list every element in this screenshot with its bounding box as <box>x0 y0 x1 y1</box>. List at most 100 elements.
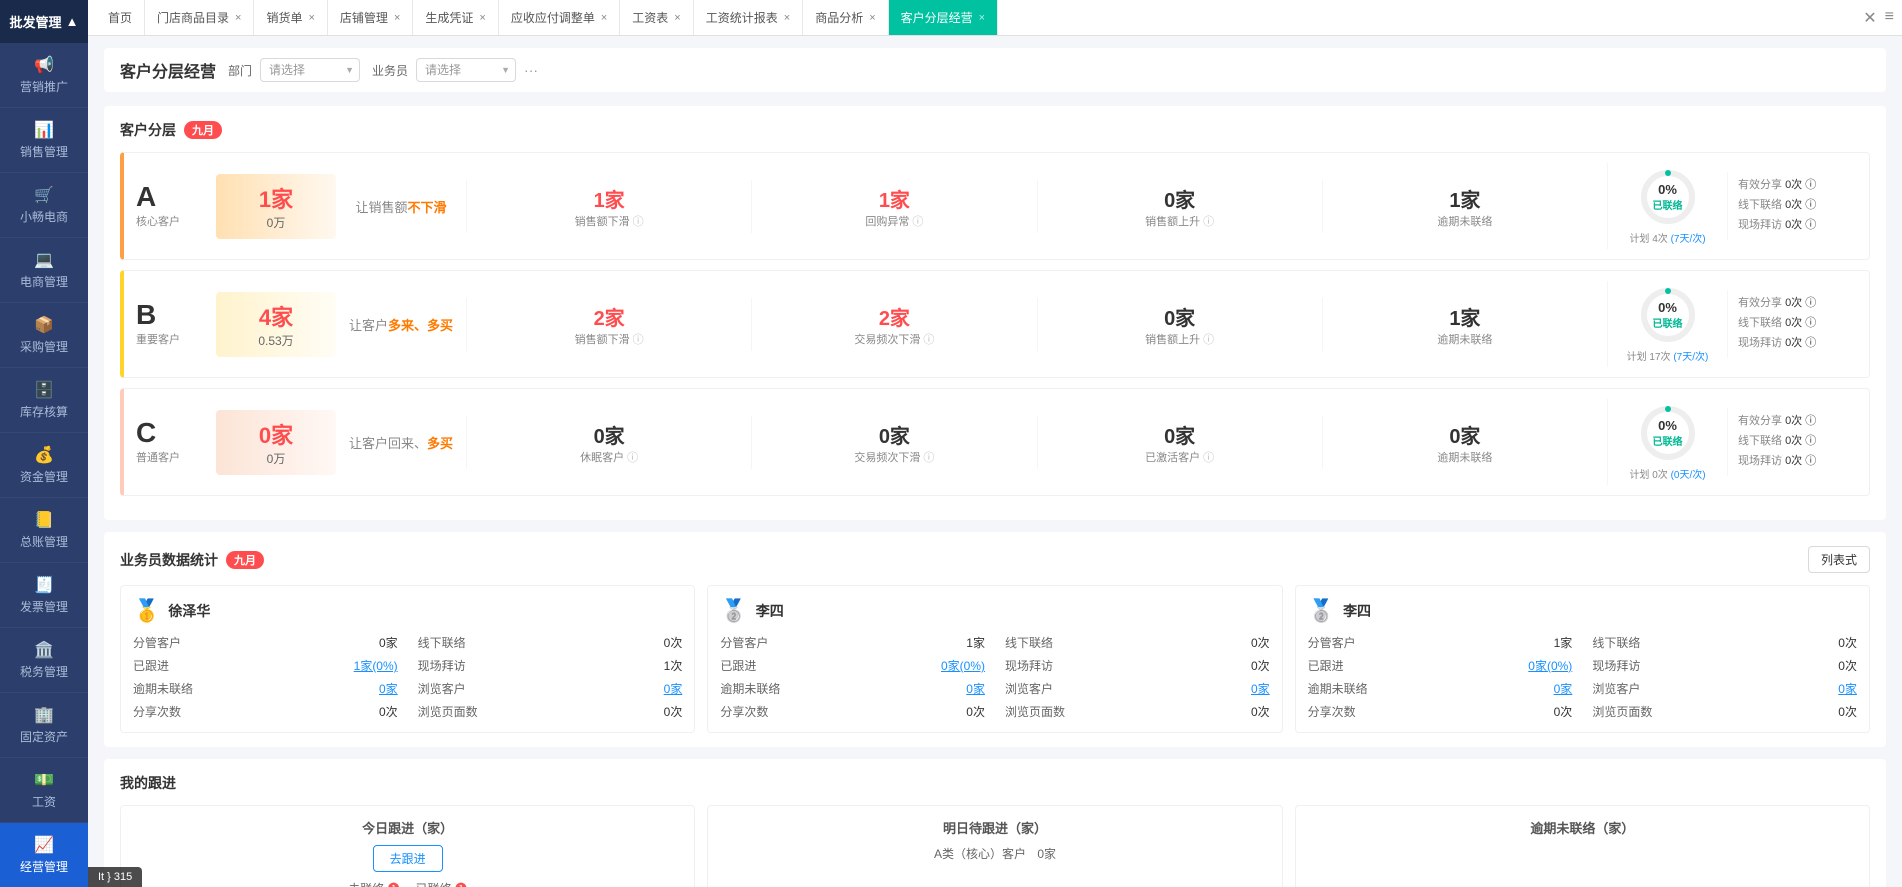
tab-voucher[interactable]: 生成凭证 × <box>413 0 498 36</box>
info-share-b[interactable]: ⓘ <box>1805 297 1816 309</box>
tab-store-products[interactable]: 门店商品目录 × <box>145 0 254 36</box>
tab-product-analysis[interactable]: 商品分析 × <box>803 0 888 36</box>
biz-month-badge: 九月 <box>226 551 264 569</box>
sp-name-0: 徐泽华 <box>168 601 210 621</box>
tier-right-stats-c: 有效分享 0次 ⓘ 线下联络 0次 ⓘ 现场拜访 0次 ⓘ <box>1727 408 1857 475</box>
tab-store-manage[interactable]: 店铺管理 × <box>328 0 413 36</box>
sidebar-item-inventory[interactable]: 🗄️ 库存核算 <box>0 368 88 433</box>
filter-more-icon[interactable]: ··· <box>524 62 538 78</box>
sidebar-item-assets[interactable]: 🏢 固定资产 <box>0 693 88 758</box>
salesperson-card-2: 🥈 李四 分管客户 1家 线下联络 0次 已跟进 <box>1295 585 1870 733</box>
sidebar-header[interactable]: 批发管理 ▲ <box>0 0 88 43</box>
circle-plan-a: 计划 4次 (7天/次) <box>1629 230 1705 245</box>
tier-month-badge: 九月 <box>184 121 222 139</box>
sidebar-item-purchase[interactable]: 📦 采购管理 <box>0 303 88 368</box>
dept-select[interactable]: 请选择 <box>260 58 360 82</box>
tab-close-store-manage[interactable]: × <box>394 12 400 24</box>
info-share-c[interactable]: ⓘ <box>1805 415 1816 427</box>
tab-more-icon[interactable]: ≡ <box>1885 8 1894 28</box>
circle-plan-c: 计划 0次 (0天/次) <box>1629 466 1705 481</box>
marketing-icon: 📢 <box>4 55 84 75</box>
tab-receivable[interactable]: 应收应付调整单 × <box>499 0 620 36</box>
info-icon-a2[interactable]: ⓘ <box>1203 213 1214 229</box>
tier-slogan-c: 让客户回来、多买 <box>336 433 466 452</box>
tab-customer-tier[interactable]: 客户分层经营 × <box>889 0 998 36</box>
tier-row-b: B 重要客户 4家 0.53万 让客户多来、多买 2家 销售额下滑 ⓘ 2家 <box>120 270 1870 378</box>
info-offline-c[interactable]: ⓘ <box>1805 435 1816 447</box>
biz-label: 业务员 <box>372 62 408 79</box>
biz-stats-section: 业务员数据统计 九月 列表式 🥇 徐泽华 分管客户 0家 <box>104 532 1886 747</box>
sidebar-item-finance[interactable]: 💰 资金管理 <box>0 433 88 498</box>
sidebar-item-tax[interactable]: 🏛️ 税务管理 <box>0 628 88 693</box>
info-icon-c2[interactable]: ⓘ <box>1203 449 1214 465</box>
sp-stat-item: 逾期未联络 0家 <box>133 680 398 697</box>
followup-title: 我的跟进 <box>120 773 1870 793</box>
info-icon-a1[interactable]: ⓘ <box>912 213 923 229</box>
ledger-icon: 📒 <box>4 510 84 530</box>
info-visit-c[interactable]: ⓘ <box>1805 455 1816 467</box>
tax-icon: 🏛️ <box>4 640 84 660</box>
sp-stat-item: 浏览页面数 0次 <box>1592 703 1857 720</box>
sidebar-item-ecom-small[interactable]: 🛒 小畅电商 <box>0 173 88 238</box>
sidebar-item-invoice[interactable]: 🧾 发票管理 <box>0 563 88 628</box>
biz-select[interactable]: 请选择 <box>416 58 516 82</box>
ecom-icon: 💻 <box>4 250 84 270</box>
sidebar-title: 批发管理 <box>10 12 62 31</box>
info-visit-b[interactable]: ⓘ <box>1805 337 1816 349</box>
info-offline-a[interactable]: ⓘ <box>1805 199 1816 211</box>
tab-close-receivable[interactable]: × <box>601 12 607 24</box>
tab-close-sales-order[interactable]: × <box>308 12 314 24</box>
info-icon-b1[interactable]: ⓘ <box>923 331 934 347</box>
sidebar-item-ledger[interactable]: 📒 总账管理 <box>0 498 88 563</box>
info-share-a[interactable]: ⓘ <box>1805 179 1816 191</box>
customer-tier-section: 客户分层 九月 A 核心客户 1家 0万 让销售额不下滑 1家 <box>104 106 1886 520</box>
tier-slogan-a: 让销售额不下滑 <box>336 197 466 216</box>
tab-bar-actions: ✕ ≡ <box>1863 8 1894 28</box>
sales-icon: 📊 <box>4 120 84 140</box>
sp-stat-item: 现场拜访 0次 <box>1005 657 1270 674</box>
tab-payroll-report[interactable]: 工资统计报表 × <box>694 0 803 36</box>
goto-followup-button[interactable]: 去跟进 <box>373 845 443 872</box>
sidebar-item-ecom[interactable]: 💻 电商管理 <box>0 238 88 303</box>
tab-close-payroll-report[interactable]: × <box>784 12 790 24</box>
sp-stat-item: 浏览客户 0家 <box>1592 680 1857 697</box>
biz-filter-group: 业务员 请选择 ··· <box>372 58 538 82</box>
info-icon-b0[interactable]: ⓘ <box>633 331 644 347</box>
info-icon-b2[interactable]: ⓘ <box>1203 331 1214 347</box>
tier-stat-b-2: 0家 销售额上升 ⓘ <box>1037 298 1322 351</box>
sp-stat-item: 现场拜访 0次 <box>1592 657 1857 674</box>
tab-close-all-icon[interactable]: ✕ <box>1863 8 1876 28</box>
sidebar-item-salary[interactable]: 💵 工资 <box>0 758 88 823</box>
tab-home[interactable]: 首页 <box>96 0 145 36</box>
sp-stat-item: 浏览客户 0家 <box>418 680 683 697</box>
tab-close-store-products[interactable]: × <box>235 12 241 24</box>
tab-close-voucher[interactable]: × <box>479 12 485 24</box>
sidebar-item-marketing[interactable]: 📢 营销推广 <box>0 43 88 108</box>
sp-stat-item: 浏览客户 0家 <box>1005 680 1270 697</box>
followup-card-tomorrow: 明日待跟进（家） A类（核心）客户 0家 <box>707 805 1282 887</box>
tab-bar: 首页 门店商品目录 × 销货单 × 店铺管理 × 生成凭证 × 应收应付调整单 … <box>88 0 1902 36</box>
page-title: 客户分层经营 <box>120 58 216 82</box>
info-icon-c1[interactable]: ⓘ <box>923 449 934 465</box>
list-view-button[interactable]: 列表式 <box>1808 546 1870 573</box>
sidebar-item-sales[interactable]: 📊 销售管理 <box>0 108 88 173</box>
tab-sales-order[interactable]: 销货单 × <box>254 0 327 36</box>
dept-label: 部门 <box>228 62 252 79</box>
tab-payroll[interactable]: 工资表 × <box>620 0 693 36</box>
tab-close-customer-tier[interactable]: × <box>979 12 985 24</box>
tab-close-payroll[interactable]: × <box>674 12 680 24</box>
info-offline-b[interactable]: ⓘ <box>1805 317 1816 329</box>
tier-slogan-b: 让客户多来、多买 <box>336 315 466 334</box>
sidebar-item-management[interactable]: 📈 经营管理 <box>0 823 88 887</box>
info-visit-a[interactable]: ⓘ <box>1805 219 1816 231</box>
sp-header-2: 🥈 李四 <box>1308 598 1857 624</box>
info-icon-a0[interactable]: ⓘ <box>633 213 644 229</box>
sp-name-2: 李四 <box>1343 601 1371 621</box>
info-icon-c0[interactable]: ⓘ <box>627 449 638 465</box>
tab-close-product-analysis[interactable]: × <box>869 12 875 24</box>
content-area: 客户分层经营 部门 请选择 业务员 请选择 ··· <box>88 36 1902 887</box>
sp-stat-item: 分管客户 1家 <box>720 634 985 651</box>
tier-circle-a: 0% 已联络 计划 4次 (7天/次) <box>1607 163 1727 249</box>
followup-tomorrow-title: 明日待跟进（家） <box>724 818 1265 837</box>
followup-today-title: 今日跟进（家） <box>137 818 678 837</box>
